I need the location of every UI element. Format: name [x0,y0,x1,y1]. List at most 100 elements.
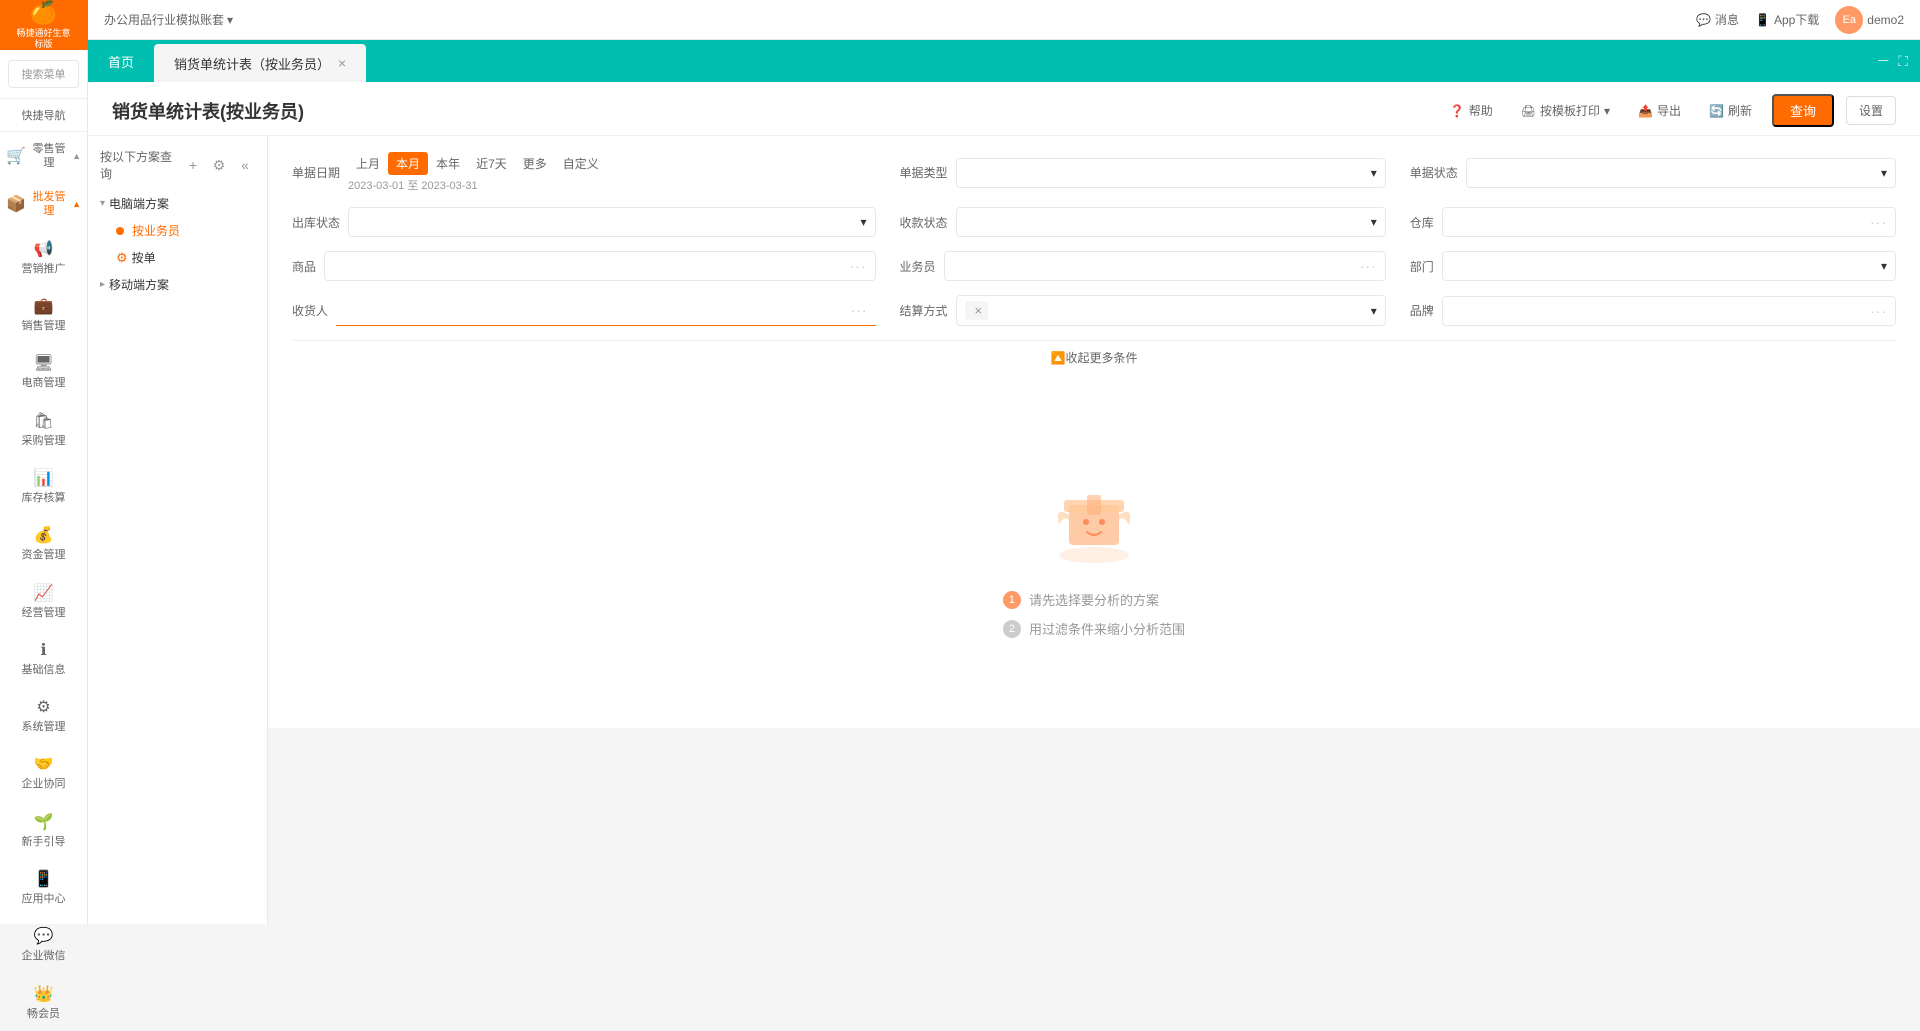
refresh-button[interactable]: 🔄 刷新 [1701,98,1760,123]
template-print-button[interactable]: 🖨 按模板打印 ▾ [1513,98,1618,123]
order-type-control[interactable]: ▾ [956,158,1386,188]
settings-scheme-button[interactable]: ⚙ [209,155,229,175]
content-area: 销货单统计表(按业务员) ❓ 帮助 🖨 按模板打印 ▾ 📤 导出 🔄 刷新 [88,82,1920,924]
goods-dots: ··· [850,258,867,274]
logo-icon: 🍊 [30,0,57,26]
filter-row-3: 商品 ··· 业务员 ··· [292,251,1896,281]
empty-steps: 1 请先选择要分析的方案 2 用过滤条件来缩小分析范围 [1003,590,1185,648]
date-tab-last-month[interactable]: 上月 [348,152,388,175]
company-name: 办公用品行业模拟账套 [104,11,224,28]
purchase-label: 采购管理 [22,434,66,448]
sidebar-item-sales[interactable]: 💼 销售管理 [0,286,87,343]
sidebar-item-vip[interactable]: 👑 畅会员 [0,974,87,1031]
warehouse-dots: ··· [1870,214,1887,230]
tab-home[interactable]: 首页 [88,40,154,82]
sidebar-item-basic-info[interactable]: ℹ 基础信息 [0,630,87,687]
user-avatar-section[interactable]: Ea demo2 [1835,6,1904,34]
warehouse-control[interactable]: ··· [1442,207,1896,237]
app-download-button[interactable]: 📱 App下载 [1755,11,1819,28]
newbie-icon: 🌱 [34,812,54,832]
payment-control[interactable]: × ▾ [956,295,1386,326]
purchase-icon: 🛍 [33,411,53,431]
help-icon: ❓ [1450,104,1465,118]
payment-tag-close[interactable]: × [975,303,983,318]
empty-state: 1 请先选择要分析的方案 2 用过滤条件来缩小分析范围 [268,390,1920,728]
export-button[interactable]: 📤 导出 [1630,98,1689,123]
message-icon: 💬 [1696,13,1711,27]
receive-status-arrow: ▾ [1371,215,1377,229]
sidebar-item-newbie[interactable]: 🌱 新手引导 [0,802,87,859]
left-panel-title: 按以下方案查询 [100,148,183,182]
management-icon: 📈 [34,583,54,603]
left-panel-actions: + ⚙ « [183,155,255,175]
sidebar-item-system[interactable]: ⚙ 系统管理 [0,687,87,744]
basic-info-icon: ℹ [40,640,46,660]
search-menu-button[interactable]: 搜索菜单 [8,60,79,88]
warehouse-label: 仓库 [1410,214,1434,231]
tree-item-mobile[interactable]: ▸ 移动端方案 [88,271,267,298]
sidebar-item-app-center[interactable]: 📱 应用中心 [0,859,87,916]
collapse-panel-button[interactable]: « [235,155,255,175]
user-avatar: Ea [1835,6,1863,34]
sales-icon: 💼 [34,296,54,316]
help-button[interactable]: ❓ 帮助 [1442,98,1501,123]
tree-item-order[interactable]: ⚙ 按单 [88,244,267,271]
date-tab-this-month[interactable]: 本月 [388,152,428,175]
brand-label: 品牌 [1410,302,1434,319]
filter-goods-item: 商品 ··· [292,251,876,281]
payment-tag: × [965,301,989,320]
add-scheme-button[interactable]: + [183,155,203,175]
date-tab-more[interactable]: 更多 [515,152,555,175]
retail-label: 零售管理 [28,142,70,171]
retail-arrow: ▲ [72,151,81,161]
sidebar-item-wechat[interactable]: 💬 企业微信 [0,916,87,973]
tab-maximize-icon[interactable]: ⛶ [1898,53,1908,70]
tree-item-desktop[interactable]: ▾ 电脑端方案 [88,190,267,217]
sidebar-item-management[interactable]: 📈 经营管理 [0,573,87,630]
receiver-control[interactable]: ··· [336,296,875,326]
receiver-dots: ··· [851,302,868,318]
department-control[interactable]: ▾ [1442,251,1896,281]
sidebar-item-retail[interactable]: 🛒 零售管理 ▲ [0,132,87,181]
sidebar-item-finance[interactable]: 💰 资金管理 [0,515,87,572]
sidebar-item-ecommerce[interactable]: 🖥 电商管理 [0,343,87,400]
sidebar-item-enterprise[interactable]: 🤝 企业协同 [0,744,87,801]
settings-button[interactable]: 设置 [1846,96,1896,125]
tree-mobile-arrow: ▸ [100,279,105,290]
sidebar-item-purchase[interactable]: 🛍 采购管理 [0,401,87,458]
order-type-label: 单据类型 [900,164,948,181]
sidebar-item-wholesale[interactable]: 📦 批发管理 ▲ [0,180,87,229]
tab-close-button[interactable]: × [338,55,346,71]
date-tab-custom[interactable]: 自定义 [555,152,607,175]
sales-label: 销售管理 [22,319,66,333]
logo[interactable]: 🍊 畅捷通好生意 标版 [0,0,88,50]
tab-minimize-icon[interactable]: － [1876,51,1890,71]
order-status-label: 单据状态 [1410,164,1458,181]
date-tab-last-7[interactable]: 近7天 [468,152,515,175]
enterprise-icon: 🤝 [34,754,54,774]
out-status-control[interactable]: ▾ [348,207,875,237]
salesperson-control[interactable]: ··· [944,251,1386,281]
order-status-control[interactable]: ▾ [1466,158,1896,188]
sidebar-item-inventory[interactable]: 📊 库存核算 [0,458,87,515]
sidebar-item-marketing[interactable]: 📢 营销推广 [0,229,87,286]
quick-nav-button[interactable]: 快捷导航 [0,99,87,132]
tree-item-salesperson[interactable]: 按业务员 [88,217,267,244]
vip-label: 畅会员 [27,1007,60,1021]
goods-control[interactable]: ··· [324,251,875,281]
step-1-num: 1 [1003,591,1021,609]
out-status-arrow: ▾ [860,215,866,229]
filter-row-1: 单据日期 上月 本月 本年 近7天 更多 自定义 20 [292,152,1896,193]
date-tab-this-year[interactable]: 本年 [428,152,468,175]
tab-current[interactable]: 销货单统计表（按业务员） × [154,44,366,82]
brand-control[interactable]: ··· [1442,296,1896,326]
marketing-icon: 📢 [34,239,54,259]
message-button[interactable]: 💬 消息 [1696,11,1739,28]
user-name: demo2 [1867,13,1904,27]
collapse-button[interactable]: 🔼 收起更多条件 [292,340,1896,374]
receive-status-control[interactable]: ▾ [956,207,1386,237]
query-button[interactable]: 查询 [1772,94,1834,127]
company-dropdown[interactable]: 办公用品行业模拟账套 ▾ [104,11,233,28]
two-panel: 按以下方案查询 + ⚙ « ▾ 电脑端方案 按业务员 [88,136,1920,924]
app-download-label: App下载 [1774,11,1819,28]
